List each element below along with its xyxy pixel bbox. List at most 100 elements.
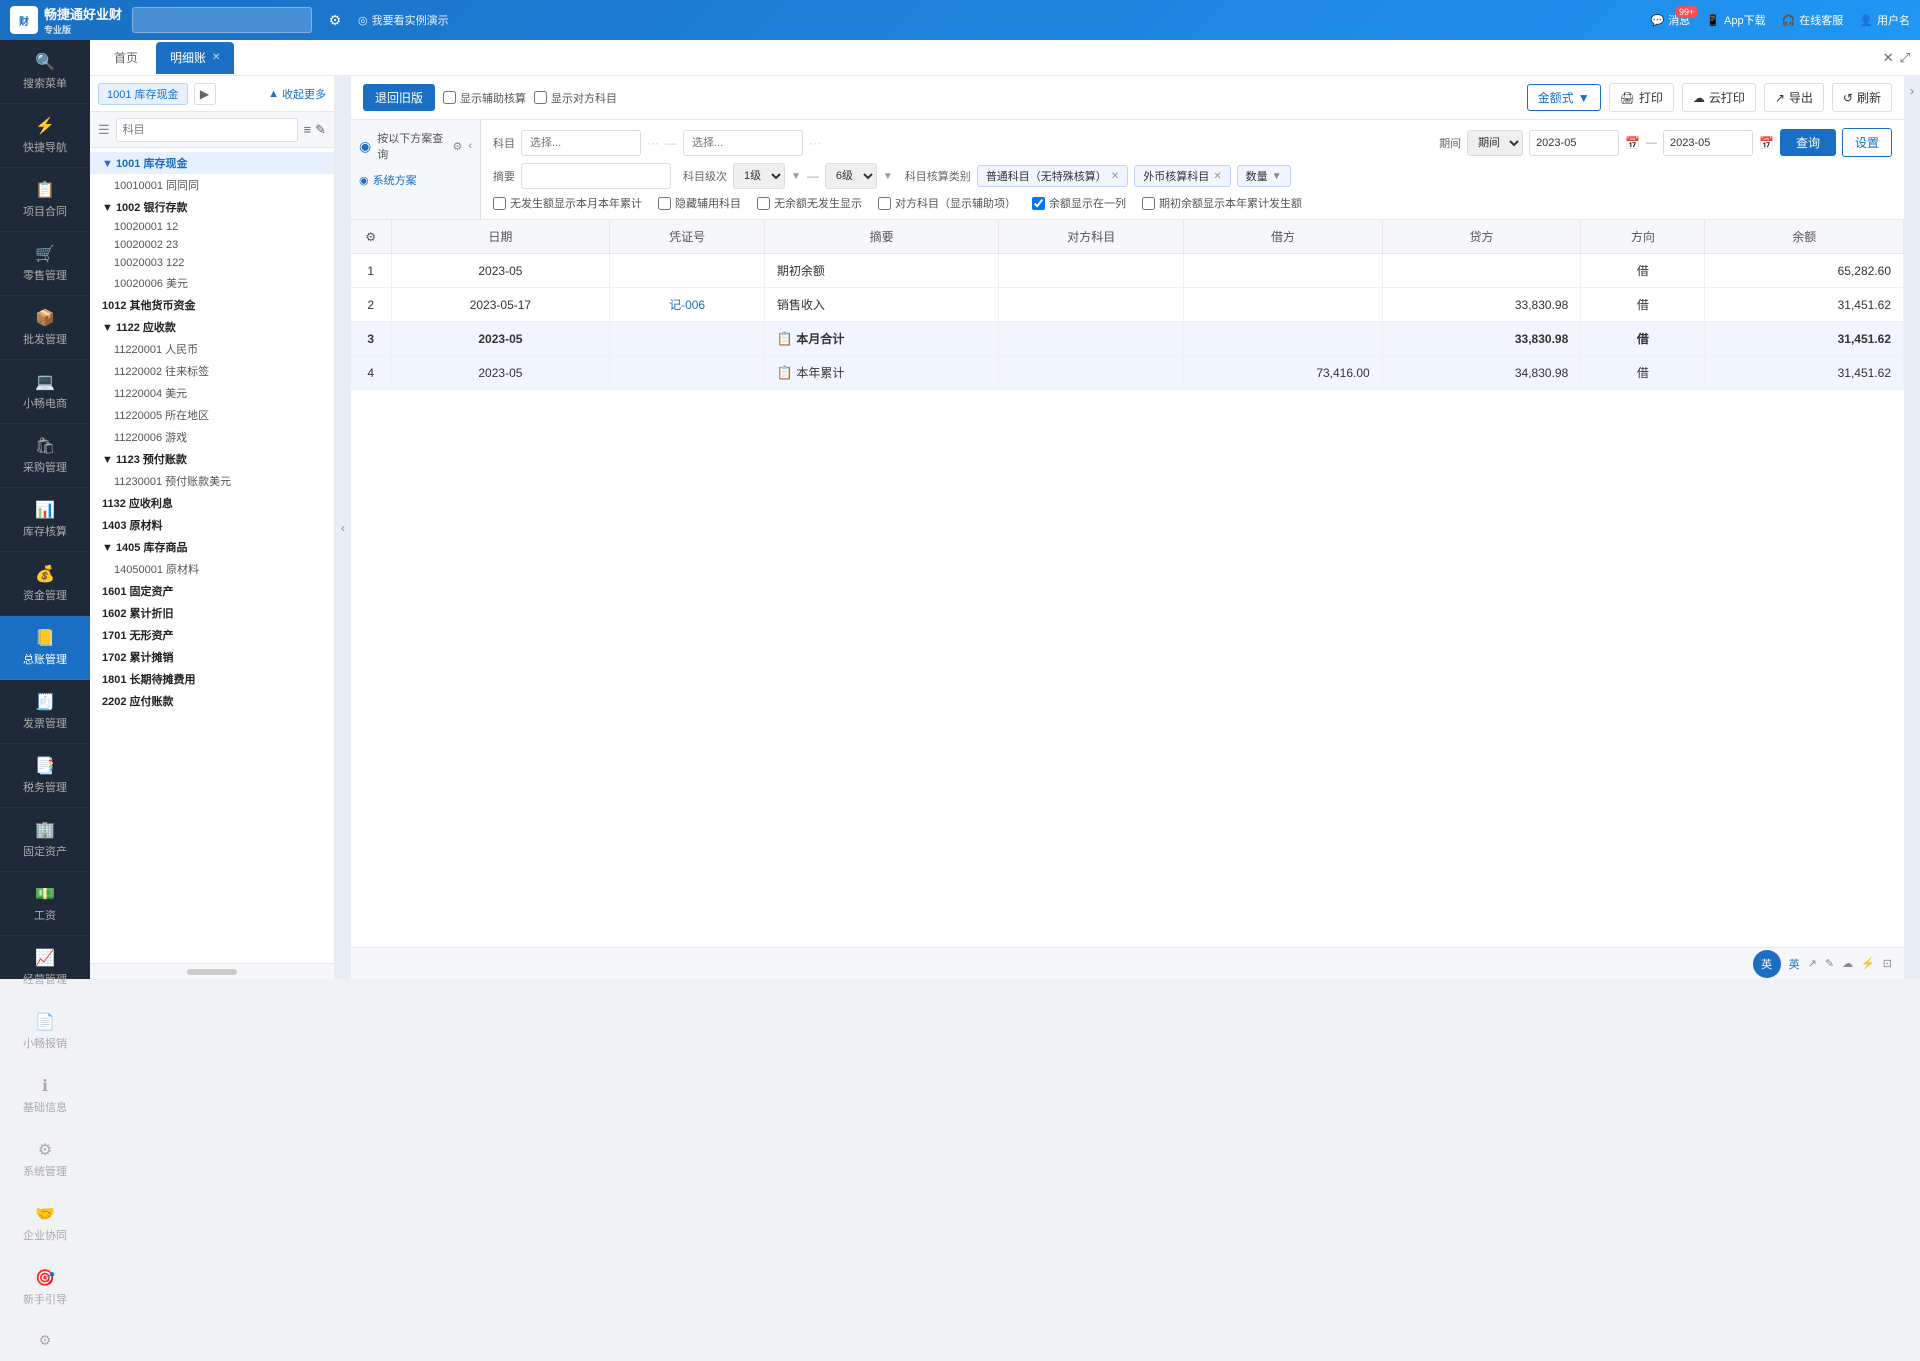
checkbox-contra-input[interactable] bbox=[878, 197, 891, 210]
level-to-select[interactable]: 6级 5级 4级 bbox=[825, 163, 877, 189]
tree-node-11220004[interactable]: 11220004 美元 bbox=[90, 382, 334, 404]
sidebar-item-tax[interactable]: 📑 税务管理 bbox=[0, 744, 90, 808]
col-settings[interactable]: ⚙ bbox=[351, 220, 391, 254]
scheme-item[interactable]: ◉ 系统方案 bbox=[351, 166, 480, 194]
checkbox-init-balance[interactable]: 期初余额显示本年累计发生额 bbox=[1142, 195, 1302, 211]
tree-node-1702[interactable]: 1702 累计摊销 bbox=[90, 646, 334, 668]
sidebar-item-invoice[interactable]: 🧾 发票管理 bbox=[0, 680, 90, 744]
sidebar-item-ledger[interactable]: 📒 总账管理 bbox=[0, 616, 90, 680]
tree-node-11230001[interactable]: 11230001 预付账款美元 bbox=[90, 470, 334, 492]
tree-node-1405[interactable]: ▼ 1405 库存商品 bbox=[90, 536, 334, 558]
right-collapse-btn[interactable]: › bbox=[1904, 76, 1920, 979]
demo-link[interactable]: ◎ 我要看实例演示 bbox=[358, 12, 449, 28]
checkbox-no-occur-input[interactable] bbox=[493, 197, 506, 210]
app-download-btn[interactable]: 📱 App下载 bbox=[1706, 12, 1765, 28]
period-type-select[interactable]: 期间 bbox=[1467, 130, 1523, 156]
tree-node-11220001[interactable]: 11220001 人民币 bbox=[90, 338, 334, 360]
scheme-settings-icon[interactable]: ⚙ bbox=[452, 140, 462, 153]
checkbox-balance-col[interactable]: 余额显示在一列 bbox=[1032, 195, 1126, 211]
tree-node-10020003[interactable]: 10020003 122 bbox=[90, 254, 334, 272]
tree-node-1001[interactable]: ▼ 1001 库存现金 bbox=[90, 152, 334, 174]
checkbox-hide-aux[interactable]: 隐藏辅用科目 bbox=[658, 195, 741, 211]
collapse-panel-btn[interactable]: ‹ bbox=[335, 76, 351, 979]
message-btn[interactable]: 💬 消息 99+ bbox=[1651, 12, 1691, 28]
user-avatar[interactable]: 👤 用户名 bbox=[1859, 12, 1910, 28]
top-search-box[interactable] bbox=[132, 7, 312, 33]
subject-input[interactable] bbox=[521, 130, 641, 156]
sidebar-item-ops[interactable]: 📈 经营管理 bbox=[0, 936, 90, 1000]
refresh-btn[interactable]: ↺ 刷新 bbox=[1832, 83, 1892, 112]
collapse-more-btn[interactable]: ▲ 收起更多 bbox=[268, 86, 326, 102]
status-icon-3[interactable]: ☁ bbox=[1842, 957, 1853, 970]
sidebar-item-wholesale[interactable]: 📦 批发管理 bbox=[0, 296, 90, 360]
list-icon[interactable]: ≡ bbox=[304, 122, 312, 138]
tree-node-11220002[interactable]: 11220002 往来标签 bbox=[90, 360, 334, 382]
sidebar-item-salary[interactable]: 💵 工资 bbox=[0, 872, 90, 936]
tree-node-1132[interactable]: 1132 应收利息 bbox=[90, 492, 334, 514]
top-search-input[interactable] bbox=[141, 14, 303, 26]
tab-close-all-icon[interactable]: ✕ bbox=[1883, 50, 1894, 66]
checkbox-no-balance-input[interactable] bbox=[757, 197, 770, 210]
tree-node-1123[interactable]: ▼ 1123 预付账款 bbox=[90, 448, 334, 470]
status-icon-5[interactable]: ⊡ bbox=[1883, 957, 1892, 970]
tree-node-1701[interactable]: 1701 无形资产 bbox=[90, 624, 334, 646]
sidebar-item-purchase[interactable]: 🛍 采购管理 bbox=[0, 424, 90, 488]
status-icon-1[interactable]: ↗ bbox=[1808, 957, 1817, 970]
sidebar-item-coop[interactable]: 🤝 企业协同 bbox=[0, 1192, 90, 1256]
tree-node-10020002[interactable]: 10020002 23 bbox=[90, 236, 334, 254]
cloud-print-btn[interactable]: ☁ 云打印 bbox=[1682, 83, 1756, 112]
expand-float-btn[interactable]: 英 bbox=[1753, 950, 1781, 978]
print-btn[interactable]: 🖨 打印 bbox=[1609, 83, 1674, 112]
tree-node-1403[interactable]: 1403 原材料 bbox=[90, 514, 334, 536]
checkbox-balance-col-input[interactable] bbox=[1032, 197, 1045, 210]
tree-node-1601[interactable]: 1601 固定资产 bbox=[90, 580, 334, 602]
tree-node-1002[interactable]: ▼ 1002 银行存款 bbox=[90, 196, 334, 218]
sidebar-item-report[interactable]: 📄 小畅报销 bbox=[0, 1000, 90, 1064]
export-btn[interactable]: ↗ 导出 bbox=[1764, 83, 1824, 112]
level-from-select[interactable]: 1级 2级 3级 bbox=[733, 163, 785, 189]
sidebar-item-quick-nav[interactable]: ⚡ 快捷导航 bbox=[0, 104, 90, 168]
voucher-link[interactable]: 记-006 bbox=[669, 298, 705, 312]
checkbox-contra[interactable]: 对方科目（显示辅助项） bbox=[878, 195, 1016, 211]
subject-type-tag-2-close[interactable]: ✕ bbox=[1213, 171, 1221, 182]
show-contra-checkbox[interactable]: 显示对方科目 bbox=[534, 90, 617, 106]
lang-en-btn[interactable]: 英 bbox=[1789, 956, 1800, 972]
tree-node-10010001[interactable]: 10010001 同同同 bbox=[90, 174, 334, 196]
scheme-collapse-icon[interactable]: ‹ bbox=[468, 140, 472, 152]
tree-node-10020006[interactable]: 10020006 美元 bbox=[90, 272, 334, 294]
subject-type-tag-1-close[interactable]: ✕ bbox=[1111, 171, 1119, 182]
tab-home[interactable]: 首页 bbox=[100, 42, 152, 74]
tree-node-1801[interactable]: 1801 长期待摊费用 bbox=[90, 668, 334, 690]
account-nav-next[interactable]: ▶ bbox=[194, 83, 216, 105]
tree-node-11220005[interactable]: 11220005 所在地区 bbox=[90, 404, 334, 426]
show-aux-input[interactable] bbox=[443, 91, 456, 104]
expand-tree-icon[interactable]: ✎ bbox=[315, 122, 326, 138]
status-icon-2[interactable]: ✎ bbox=[1825, 957, 1834, 970]
sidebar-item-fixed-assets[interactable]: 🏢 固定资产 bbox=[0, 808, 90, 872]
view-mode-dropdown[interactable]: 金额式 ▼ bbox=[1527, 84, 1601, 111]
checkbox-init-balance-input[interactable] bbox=[1142, 197, 1155, 210]
checkbox-hide-aux-input[interactable] bbox=[658, 197, 671, 210]
tree-node-1122[interactable]: ▼ 1122 应收款 bbox=[90, 316, 334, 338]
tab-detail-close[interactable]: ✕ bbox=[212, 42, 220, 74]
checkbox-no-balance[interactable]: 无余额无发生显示 bbox=[757, 195, 862, 211]
sidebar-item-guide[interactable]: 🎯 新手引导 bbox=[0, 1256, 90, 1320]
tree-node-11220006[interactable]: 11220006 游戏 bbox=[90, 426, 334, 448]
account-search-input[interactable] bbox=[116, 118, 298, 142]
sidebar-item-capital[interactable]: 💰 资金管理 bbox=[0, 552, 90, 616]
show-aux-checkbox[interactable]: 显示辅助核算 bbox=[443, 90, 526, 106]
summary-input[interactable] bbox=[521, 163, 671, 189]
sidebar-item-ecom[interactable]: 💻 小畅电商 bbox=[0, 360, 90, 424]
tree-node-2202[interactable]: 2202 应付账款 bbox=[90, 690, 334, 712]
online-service-btn[interactable]: 🎧 在线客服 bbox=[1782, 12, 1844, 28]
search-btn[interactable]: 查询 bbox=[1780, 129, 1836, 156]
sidebar-item-system[interactable]: ⚙ 系统管理 bbox=[0, 1128, 90, 1192]
sidebar-item-search[interactable]: 🔍 搜索菜单 bbox=[0, 40, 90, 104]
tab-expand-icon[interactable]: ⤢ bbox=[1900, 50, 1910, 66]
tree-node-1602[interactable]: 1602 累计折旧 bbox=[90, 602, 334, 624]
tab-detail[interactable]: 明细账 ✕ bbox=[156, 42, 234, 74]
settings-icon[interactable]: ⚙ bbox=[322, 7, 348, 33]
sidebar-item-retail[interactable]: 🛒 零售管理 bbox=[0, 232, 90, 296]
period-from-input[interactable] bbox=[1529, 130, 1619, 156]
sidebar-settings-btn[interactable]: ⚙ bbox=[0, 1320, 90, 1361]
